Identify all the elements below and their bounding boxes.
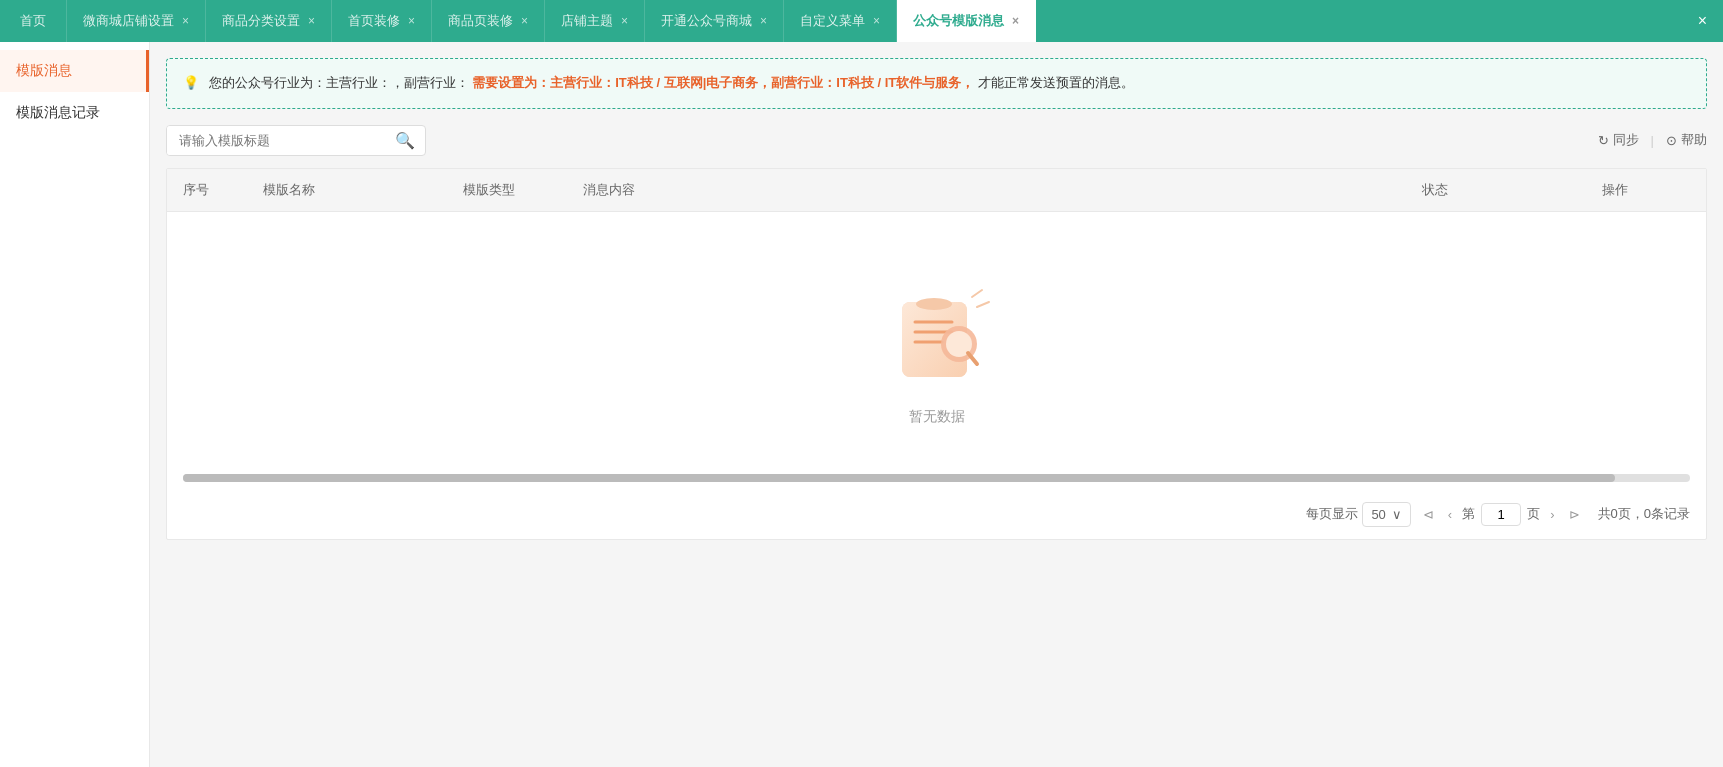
- tab-label-theme: 店铺主题: [561, 12, 613, 30]
- sidebar-item-template-message-record[interactable]: 模版消息记录: [0, 92, 149, 134]
- tab-label-category: 商品分类设置: [222, 12, 300, 30]
- tab-bar: 首页微商城店铺设置×商品分类设置×首页装修×商品页装修×店铺主题×开通公众号商城…: [0, 0, 1723, 42]
- page-size-label: 每页显示: [1306, 505, 1358, 523]
- page-size-dropdown[interactable]: 50 ∨: [1362, 502, 1410, 527]
- tabs-container: 首页微商城店铺设置×商品分类设置×首页装修×商品页装修×店铺主题×开通公众号商城…: [0, 0, 1682, 42]
- sidebar: 模版消息模版消息记录: [0, 42, 150, 767]
- page-nav: ⊲ ‹ 第 页 › ⊳ 共0页，0条记录: [1419, 503, 1690, 526]
- tab-label-custom-menu: 自定义菜单: [800, 12, 865, 30]
- page-suffix-label: 页: [1527, 505, 1540, 523]
- svg-line-11: [977, 302, 989, 307]
- tab-close-micro-shop[interactable]: ×: [182, 15, 189, 27]
- sidebar-item-template-message[interactable]: 模版消息: [0, 50, 149, 92]
- notice-icon: 💡: [183, 75, 199, 90]
- search-bar: 🔍 ↻ 同步 | ⊙ 帮助: [166, 125, 1707, 156]
- pagination: 每页显示 50 ∨ ⊲ ‹ 第 页 › ⊳ 共0页，0条记录: [167, 490, 1706, 539]
- page-number-input[interactable]: [1481, 503, 1521, 526]
- prev-page-button[interactable]: ‹: [1444, 505, 1456, 524]
- tab-close-product-decor[interactable]: ×: [521, 15, 528, 27]
- empty-text: 暂无数据: [909, 408, 965, 426]
- tab-category[interactable]: 商品分类设置 ×: [206, 0, 332, 42]
- close-all-button[interactable]: ×: [1682, 12, 1723, 30]
- th-type: 模版类型: [447, 169, 567, 211]
- notice-prefix: 您的公众号行业为：主营行业：，副营行业：: [209, 75, 469, 90]
- svg-point-9: [916, 298, 952, 310]
- tab-template-msg[interactable]: 公众号模版消息 ×: [897, 0, 1036, 42]
- help-icon: ⊙: [1666, 133, 1677, 148]
- search-actions: ↻ 同步 | ⊙ 帮助: [1598, 131, 1707, 149]
- notice-banner: 💡 您的公众号行业为：主营行业：，副营行业： 需要设置为：主营行业：IT科技 /…: [166, 58, 1707, 109]
- sync-button[interactable]: ↻ 同步: [1598, 131, 1639, 149]
- th-status: 状态: [1406, 169, 1586, 211]
- tab-label-product-decor: 商品页装修: [448, 12, 513, 30]
- tab-label-micro-shop: 微商城店铺设置: [83, 12, 174, 30]
- help-label: 帮助: [1681, 131, 1707, 149]
- tab-label-template-msg: 公众号模版消息: [913, 12, 1004, 30]
- tab-close-home-decor[interactable]: ×: [408, 15, 415, 27]
- scrollbar-track[interactable]: [183, 474, 1690, 482]
- th-action: 操作: [1586, 169, 1706, 211]
- search-button[interactable]: 🔍: [385, 131, 425, 150]
- th-name: 模版名称: [247, 169, 447, 211]
- scrollbar-thumb[interactable]: [183, 474, 1615, 482]
- search-input-wrap: 🔍: [166, 125, 426, 156]
- tab-close-open-mall[interactable]: ×: [760, 15, 767, 27]
- notice-suffix: 才能正常发送预置的消息。: [978, 75, 1134, 90]
- notice-highlight: 需要设置为：主营行业：IT科技 / 互联网|电子商务，副营行业：IT科技 / I…: [472, 75, 974, 90]
- total-label: 共0页，0条记录: [1598, 505, 1690, 523]
- tab-close-template-msg[interactable]: ×: [1012, 15, 1019, 27]
- tab-theme[interactable]: 店铺主题 ×: [545, 0, 645, 42]
- tab-home-decor[interactable]: 首页装修 ×: [332, 0, 432, 42]
- table-header: 序号模版名称模版类型消息内容状态操作: [167, 169, 1706, 212]
- svg-line-10: [972, 290, 982, 297]
- divider: |: [1651, 133, 1654, 148]
- page-di-label: 第: [1462, 505, 1475, 523]
- last-page-button[interactable]: ⊳: [1565, 505, 1584, 524]
- sync-icon: ↻: [1598, 133, 1609, 148]
- sync-label: 同步: [1613, 131, 1639, 149]
- tab-label-home-decor: 首页装修: [348, 12, 400, 30]
- help-button[interactable]: ⊙ 帮助: [1666, 131, 1707, 149]
- page-size-select: 每页显示 50 ∨: [1306, 502, 1410, 527]
- main-layout: 模版消息模版消息记录 💡 您的公众号行业为：主营行业：，副营行业： 需要设置为：…: [0, 42, 1723, 767]
- tab-custom-menu[interactable]: 自定义菜单 ×: [784, 0, 897, 42]
- th-seq: 序号: [167, 169, 247, 211]
- dropdown-arrow-icon: ∨: [1392, 507, 1402, 522]
- search-input[interactable]: [167, 126, 385, 155]
- tab-product-decor[interactable]: 商品页装修 ×: [432, 0, 545, 42]
- empty-icon: [877, 272, 997, 392]
- tab-label-open-mall: 开通公众号商城: [661, 12, 752, 30]
- th-content: 消息内容: [567, 169, 1406, 211]
- tab-close-category[interactable]: ×: [308, 15, 315, 27]
- next-page-button[interactable]: ›: [1546, 505, 1558, 524]
- content-area: 💡 您的公众号行业为：主营行业：，副营行业： 需要设置为：主营行业：IT科技 /…: [150, 42, 1723, 767]
- tab-close-custom-menu[interactable]: ×: [873, 15, 880, 27]
- sidebar-container: 模版消息模版消息记录: [0, 50, 149, 134]
- tab-micro-shop[interactable]: 微商城店铺设置 ×: [67, 0, 206, 42]
- tab-label-home: 首页: [20, 12, 46, 30]
- data-table: 序号模版名称模版类型消息内容状态操作: [166, 168, 1707, 540]
- tab-open-mall[interactable]: 开通公众号商城 ×: [645, 0, 784, 42]
- tab-home[interactable]: 首页: [0, 0, 67, 42]
- empty-state: 暂无数据: [167, 212, 1706, 466]
- page-size-value: 50: [1371, 507, 1385, 522]
- first-page-button[interactable]: ⊲: [1419, 505, 1438, 524]
- tab-close-theme[interactable]: ×: [621, 15, 628, 27]
